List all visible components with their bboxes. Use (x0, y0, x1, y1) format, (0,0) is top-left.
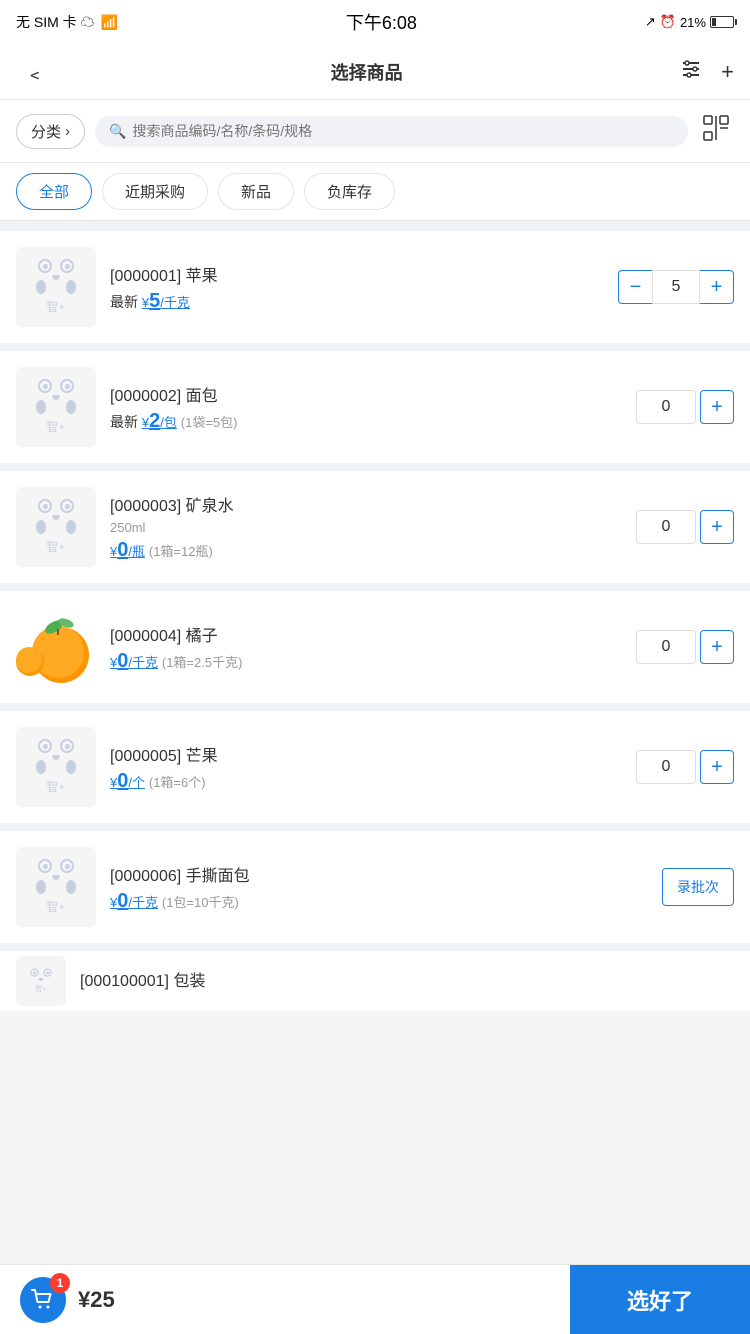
product-name: [0000004] 橘子 (110, 622, 622, 646)
product-image: 智+ (16, 727, 96, 807)
quantity-increase-button[interactable]: + (700, 270, 734, 304)
product-info: [0000001] 苹果 最新 ¥5/千克 (110, 262, 604, 313)
product-qty: + (636, 630, 734, 664)
product-list: 智+ [0000001] 苹果 最新 ¥5/千克 − + (0, 231, 750, 1011)
add-button[interactable]: + (721, 59, 734, 85)
tab-new[interactable]: 新品 (218, 173, 294, 210)
product-qty: + (636, 510, 734, 544)
product-image: 智+ (16, 956, 66, 1006)
product-item: 智+ [0000006] 手撕面包 ¥0/千克 (1包=10千克) 录批次 (0, 831, 750, 943)
product-item: [0000004] 橘子 ¥0/千克 (1箱=2.5千克) + (0, 591, 750, 703)
status-time: 下午6:08 (346, 9, 417, 35)
search-bar: 🔍 (95, 116, 688, 147)
nav-bar: ﹤ 选择商品 + (0, 44, 750, 100)
product-item: 智+ [0000002] 面包 最新 ¥2/包 (1袋=5包) + (0, 351, 750, 463)
alarm-icon: ⏰ (660, 14, 676, 30)
category-chevron-icon: › (65, 123, 70, 140)
tab-recent[interactable]: 近期采购 (102, 173, 208, 210)
product-price: ¥0/千克 (1包=10千克) (110, 890, 648, 913)
product-info: [000100001] 包装 (80, 967, 734, 995)
product-item: 智+ [0000003] 矿泉水 250ml ¥0/瓶 (1箱=12瓶) + (0, 471, 750, 583)
divider (0, 221, 750, 231)
quantity-increase-button[interactable]: + (700, 390, 734, 424)
cart-icon (30, 1287, 56, 1313)
category-button[interactable]: 分类 › (16, 114, 85, 149)
filter-icon[interactable] (679, 57, 703, 87)
product-name: [0000003] 矿泉水 (110, 492, 622, 516)
tab-bar: 全部 近期采购 新品 负库存 (0, 163, 750, 221)
battery-percent: 21% (680, 15, 706, 30)
status-right: ↗ ⏰ 21% (645, 14, 734, 30)
quantity-input[interactable] (636, 750, 696, 784)
batch-button[interactable]: 录批次 (662, 868, 734, 906)
orange-fruit-image (16, 607, 96, 687)
cart-badge: 1 (50, 1273, 70, 1293)
scan-icon[interactable] (698, 112, 734, 150)
product-qty: 录批次 (662, 868, 734, 906)
quantity-input[interactable] (652, 270, 700, 304)
product-image (16, 607, 96, 687)
product-qty: + (636, 390, 734, 424)
product-image: 智+ (16, 367, 96, 447)
product-info: [0000004] 橘子 ¥0/千克 (1箱=2.5千克) (110, 622, 622, 673)
quantity-input[interactable] (636, 390, 696, 424)
back-button[interactable]: ﹤ (16, 48, 54, 96)
confirm-button[interactable]: 选好了 (570, 1265, 750, 1334)
filter-bar: 分类 › 🔍 (0, 100, 750, 163)
product-name: [0000002] 面包 (110, 382, 622, 406)
status-left: 无 SIM 卡 ☁ 📶 (16, 12, 118, 32)
page-title: 选择商品 (331, 59, 403, 85)
product-image: 智+ (16, 847, 96, 927)
product-name: [0000001] 苹果 (110, 262, 604, 286)
quantity-input[interactable] (636, 630, 696, 664)
product-name: [0000006] 手撕面包 (110, 862, 648, 886)
product-info: [0000005] 芒果 ¥0/个 (1箱=6个) (110, 742, 622, 793)
cart-total: ¥25 (78, 1287, 115, 1313)
quantity-decrease-button[interactable]: − (618, 270, 652, 304)
product-info: [0000006] 手撕面包 ¥0/千克 (1包=10千克) (110, 862, 648, 913)
product-price: ¥0/个 (1箱=6个) (110, 770, 622, 793)
search-icon: 🔍 (109, 123, 126, 140)
cart-button[interactable]: 1 (20, 1277, 66, 1323)
product-image: 智+ (16, 487, 96, 567)
quantity-increase-button[interactable]: + (700, 630, 734, 664)
product-price: 最新 ¥2/包 (1袋=5包) (110, 410, 622, 433)
product-qty: − + (618, 270, 734, 304)
cart-area: 1 ¥25 (0, 1277, 570, 1323)
product-spec: 250ml (110, 520, 622, 535)
product-price: ¥0/千克 (1箱=2.5千克) (110, 650, 622, 673)
product-info: [0000003] 矿泉水 250ml ¥0/瓶 (1箱=12瓶) (110, 492, 622, 562)
battery-icon (710, 16, 734, 28)
bottom-bar: 1 ¥25 选好了 (0, 1264, 750, 1334)
category-label: 分类 (31, 121, 61, 142)
quantity-increase-button[interactable]: + (700, 750, 734, 784)
product-qty: + (636, 750, 734, 784)
location-icon: ↗ (645, 14, 656, 30)
product-item: 智+ [000100001] 包装 (0, 951, 750, 1011)
nav-actions: + (679, 57, 734, 87)
wifi-icon: 📶 (101, 14, 118, 31)
product-name: [000100001] 包装 (80, 967, 734, 991)
product-price: 最新 ¥5/千克 (110, 290, 604, 313)
tab-negative[interactable]: 负库存 (304, 173, 395, 210)
product-name: [0000005] 芒果 (110, 742, 622, 766)
quantity-increase-button[interactable]: + (700, 510, 734, 544)
tab-all[interactable]: 全部 (16, 173, 92, 210)
product-item: 智+ [0000001] 苹果 最新 ¥5/千克 − + (0, 231, 750, 343)
product-info: [0000002] 面包 最新 ¥2/包 (1袋=5包) (110, 382, 622, 433)
sim-status: 无 SIM 卡 ☁ (16, 12, 95, 32)
status-bar: 无 SIM 卡 ☁ 📶 下午6:08 ↗ ⏰ 21% (0, 0, 750, 44)
quantity-input[interactable] (636, 510, 696, 544)
search-input[interactable] (132, 123, 674, 139)
product-image: 智+ (16, 247, 96, 327)
product-price: ¥0/瓶 (1箱=12瓶) (110, 539, 622, 562)
product-item: 智+ [0000005] 芒果 ¥0/个 (1箱=6个) + (0, 711, 750, 823)
